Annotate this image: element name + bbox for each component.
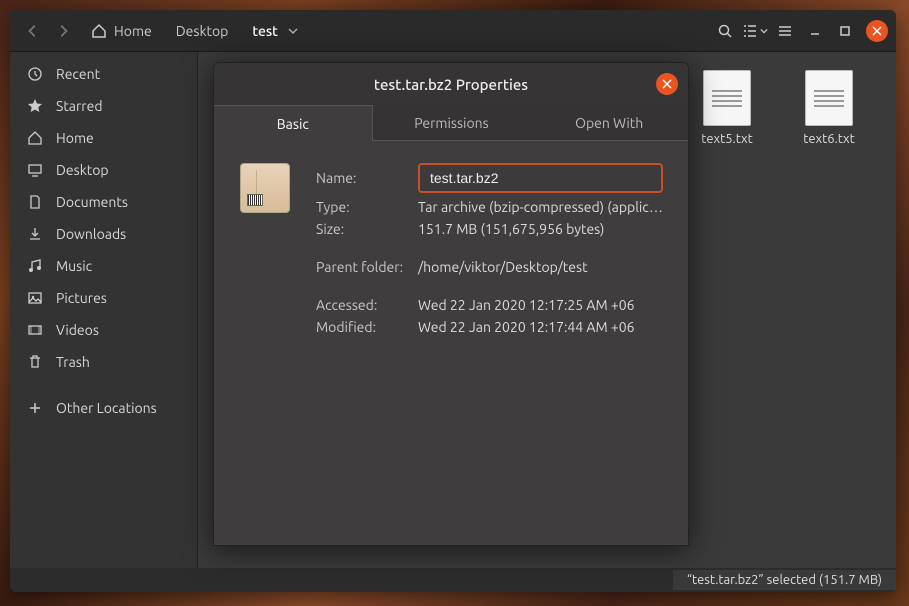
breadcrumb-test[interactable]: test [240,17,314,45]
hamburger-icon [777,23,793,39]
breadcrumb-label: Home [114,23,152,39]
size-label: Size: [316,221,418,237]
sidebar-item-label: Music [56,258,92,274]
home-icon [26,130,44,146]
sidebar-item-label: Downloads [56,226,126,242]
modified-value: Wed 22 Jan 2020 12:17:44 AM +06 [418,319,663,335]
desktop-icon [26,162,44,178]
home-icon [90,23,108,39]
tab-basic[interactable]: Basic [214,105,373,141]
view-toggle-button[interactable] [740,17,770,45]
picture-icon [26,290,44,306]
dialog-title: test.tar.bz2 Properties [374,76,528,93]
sidebar-item-starred[interactable]: Starred [10,90,197,122]
chevron-left-icon [26,24,40,38]
breadcrumb-label: Desktop [176,23,229,39]
music-icon [26,258,44,274]
status-text: “test.tar.bz2” selected (151.7 MB) [673,570,896,590]
plus-icon [26,400,44,416]
dialog-header: test.tar.bz2 Properties [214,63,688,105]
type-value: Tar archive (bzip-compressed) (applic… [418,199,663,215]
tab-label: Permissions [414,115,488,131]
close-icon [662,79,672,89]
forward-button[interactable] [48,17,78,45]
sidebar-item-videos[interactable]: Videos [10,314,197,346]
accessed-value: Wed 22 Jan 2020 12:17:25 AM +06 [418,297,663,313]
file-thumbnail [240,163,290,213]
breadcrumb-desktop[interactable]: Desktop [164,17,241,45]
sidebar: Recent Starred Home Desktop Documents Do… [10,52,198,568]
file-item[interactable]: text6.txt [790,70,868,146]
search-button[interactable] [710,17,740,45]
breadcrumb-label: test [252,23,278,39]
sidebar-item-label: Pictures [56,290,107,306]
accessed-label: Accessed: [316,297,418,313]
sidebar-item-label: Documents [56,194,128,210]
tab-open-with[interactable]: Open With [530,105,688,141]
dialog-body: Name: Type: Tar archive (bzip-compressed… [214,141,688,545]
sidebar-item-label: Home [56,130,94,146]
modified-label: Modified: [316,319,418,335]
trash-icon [26,354,44,370]
search-icon [717,23,733,39]
sidebar-item-label: Videos [56,322,99,338]
menu-button[interactable] [770,17,800,45]
video-icon [26,322,44,338]
file-name: text6.txt [803,132,854,146]
sidebar-item-trash[interactable]: Trash [10,346,197,378]
sidebar-item-label: Recent [56,66,100,82]
name-label: Name: [316,170,418,186]
file-item[interactable]: text5.txt [688,70,766,146]
close-icon [872,26,882,36]
sidebar-item-desktop[interactable]: Desktop [10,154,197,186]
text-file-icon [703,70,751,126]
star-icon [26,98,44,114]
chevron-down-icon [760,27,768,35]
headerbar: Home Desktop test [10,10,896,52]
sidebar-item-label: Other Locations [56,400,157,416]
dialog-tabs: Basic Permissions Open With [214,105,688,141]
tab-label: Basic [277,116,309,132]
sidebar-item-downloads[interactable]: Downloads [10,218,197,250]
back-button[interactable] [18,17,48,45]
sidebar-item-music[interactable]: Music [10,250,197,282]
type-label: Type: [316,199,418,215]
breadcrumb-home[interactable]: Home [78,17,164,45]
parent-value: /home/viktor/Desktop/test [418,259,663,275]
dialog-close-button[interactable] [656,73,678,95]
minimize-icon [808,24,822,38]
tab-permissions[interactable]: Permissions [373,105,531,141]
sidebar-item-documents[interactable]: Documents [10,186,197,218]
size-value: 151.7 MB (151,675,956 bytes) [418,221,663,237]
minimize-button[interactable] [800,17,830,45]
sidebar-item-home[interactable]: Home [10,122,197,154]
sidebar-item-pictures[interactable]: Pictures [10,282,197,314]
sidebar-item-label: Starred [56,98,103,114]
name-input[interactable] [418,163,663,193]
sidebar-item-other-locations[interactable]: Other Locations [10,392,197,424]
tab-label: Open With [575,115,643,131]
chevron-right-icon [56,24,70,38]
chevron-down-icon [284,26,302,36]
parent-label: Parent folder: [316,259,418,275]
list-view-icon [742,23,758,39]
clock-icon [26,66,44,82]
window-close-button[interactable] [866,20,888,42]
text-file-icon [805,70,853,126]
document-icon [26,194,44,210]
maximize-icon [838,24,852,38]
sidebar-item-recent[interactable]: Recent [10,58,197,90]
sidebar-item-label: Trash [56,354,90,370]
statusbar: “test.tar.bz2” selected (151.7 MB) [10,568,896,592]
file-name: text5.txt [701,132,752,146]
maximize-button[interactable] [830,17,860,45]
properties-dialog: test.tar.bz2 Properties Basic Permission… [213,62,689,546]
download-icon [26,226,44,242]
sidebar-item-label: Desktop [56,162,109,178]
